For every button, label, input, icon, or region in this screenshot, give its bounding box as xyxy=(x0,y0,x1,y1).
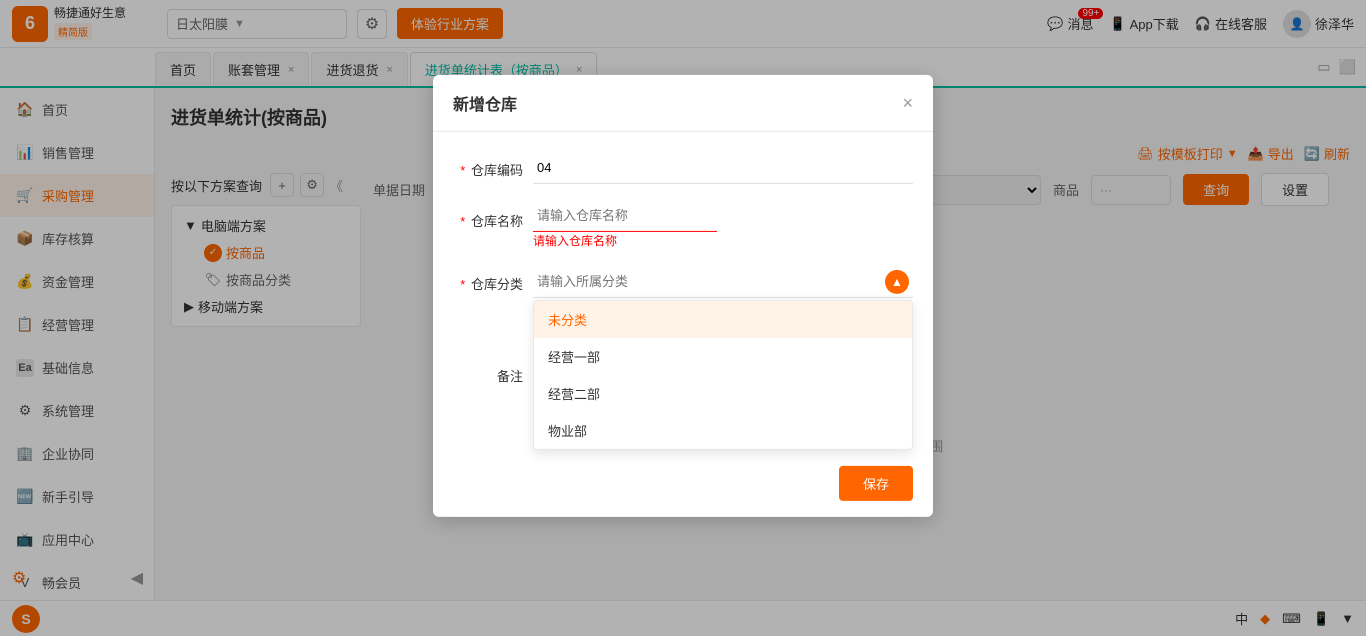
category-input[interactable] xyxy=(533,266,913,298)
category-input-wrap: ▲ xyxy=(533,266,913,298)
modal-title: 新增仓库 xyxy=(453,91,517,115)
name-field-row: * 仓库名称 请输入仓库名称 xyxy=(453,200,913,250)
modal-footer: 保存 xyxy=(433,454,933,517)
name-required-star: * xyxy=(460,213,465,228)
code-input[interactable] xyxy=(533,152,913,184)
code-label: * 仓库编码 xyxy=(453,152,533,179)
new-warehouse-modal: 新增仓库 × * 仓库编码 * 仓库名称 请输入仓库名称 xyxy=(433,75,933,517)
category-option-ops2[interactable]: 经营二部 xyxy=(534,375,912,412)
category-field-row: * 仓库分类 ▲ 未分类 经营一部 经营二部 物业部 xyxy=(453,266,913,298)
name-error-message: 请输入仓库名称 xyxy=(533,234,617,248)
name-label: * 仓库名称 xyxy=(453,202,533,229)
category-option-unclassified[interactable]: 未分类 xyxy=(534,301,912,338)
category-toggle-button[interactable]: ▲ xyxy=(885,270,909,294)
note-label: 备注 xyxy=(453,358,533,385)
modal-body: * 仓库编码 * 仓库名称 请输入仓库名称 * 仓库分类 xyxy=(433,132,933,454)
category-label: * 仓库分类 xyxy=(453,266,533,293)
modal-header: 新增仓库 × xyxy=(433,75,933,132)
category-option-property[interactable]: 物业部 xyxy=(534,412,912,449)
name-input[interactable] xyxy=(533,200,717,232)
name-field-inner: * 仓库名称 xyxy=(453,200,717,232)
category-dropdown: 未分类 经营一部 经营二部 物业部 xyxy=(533,300,913,450)
code-required-star: * xyxy=(460,163,465,178)
save-button[interactable]: 保存 xyxy=(839,466,913,501)
category-required-star: * xyxy=(460,277,465,292)
modal-close-button[interactable]: × xyxy=(902,92,913,113)
code-field-row: * 仓库编码 xyxy=(453,152,913,184)
name-error-container: 请输入仓库名称 xyxy=(453,232,617,250)
category-option-ops1[interactable]: 经营一部 xyxy=(534,338,912,375)
